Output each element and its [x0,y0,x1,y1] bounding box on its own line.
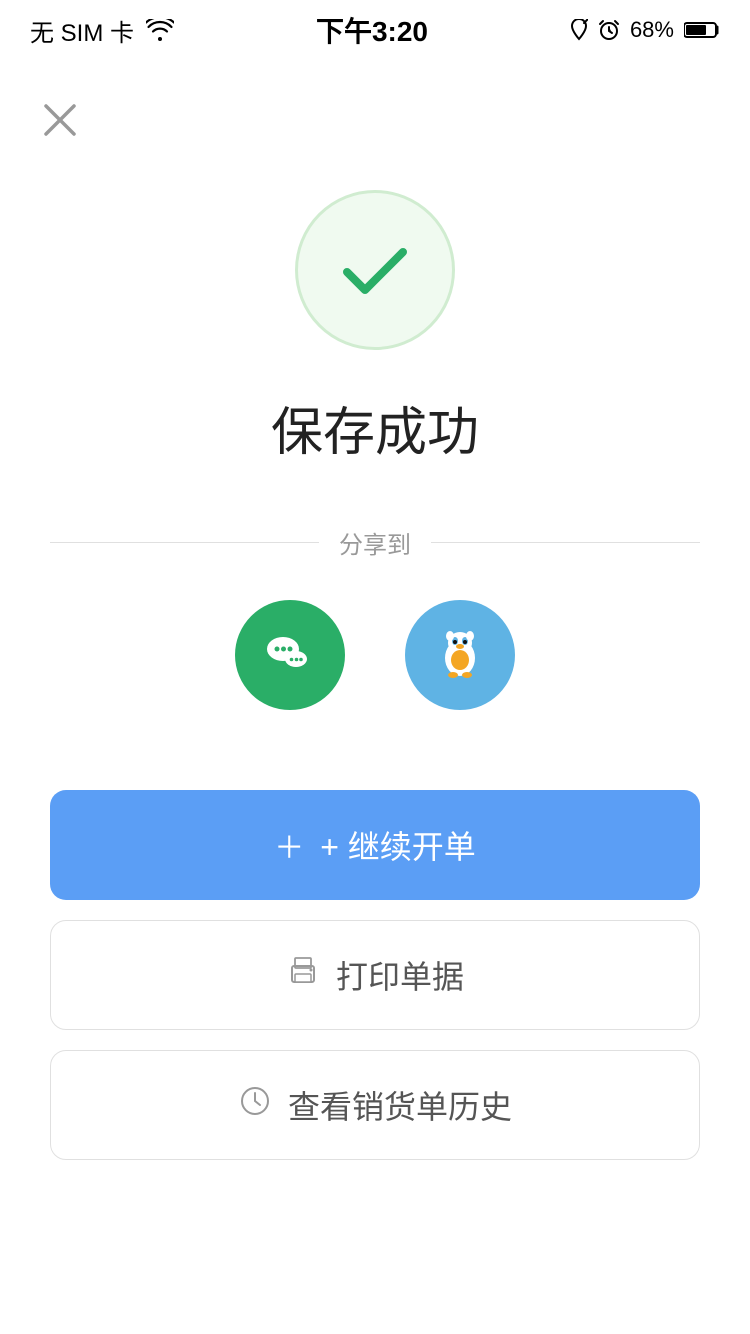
print-icon [286,954,320,996]
print-label: 打印单据 [336,952,464,998]
alarm-icon [598,19,620,41]
action-buttons: ＋ + 继续开单 打印单据 查看销货单历史 [50,790,700,1160]
print-button[interactable]: 打印单据 [50,920,700,1030]
history-icon [238,1084,272,1126]
wechat-icon [258,623,322,687]
share-wechat-button[interactable] [235,600,345,710]
status-bar: 无 SIM 卡 下午3:20 68% [0,0,750,60]
wifi-icon [146,19,174,41]
close-icon [42,102,78,138]
clock-svg [238,1084,272,1118]
no-sim-text: 无 SIM 卡 [30,13,134,48]
history-label: 查看销货单历史 [288,1082,512,1128]
close-button[interactable] [30,90,90,150]
plus-icon: ＋ [274,823,304,867]
printer-svg [286,954,320,988]
history-button[interactable]: 查看销货单历史 [50,1050,700,1160]
divider-line-left [50,542,319,543]
divider-line-right [431,542,700,543]
status-right: 68% [570,17,720,43]
success-title: 保存成功 [271,390,479,465]
battery-icon [684,21,720,39]
battery-percentage: 68% [630,17,674,43]
location-icon [570,19,588,41]
qq-icon [428,623,492,687]
continue-button[interactable]: ＋ + 继续开单 [50,790,700,900]
status-time: 下午3:20 [316,10,428,50]
status-left: 无 SIM 卡 [30,13,174,48]
checkmark-icon [335,230,415,310]
continue-label: + 继续开单 [320,822,476,868]
main-content: 保存成功 分享到 [0,150,750,1334]
success-icon-circle [295,190,455,350]
share-row [235,600,515,710]
share-label: 分享到 [319,525,431,560]
share-qq-button[interactable] [405,600,515,710]
share-divider: 分享到 [50,525,700,560]
